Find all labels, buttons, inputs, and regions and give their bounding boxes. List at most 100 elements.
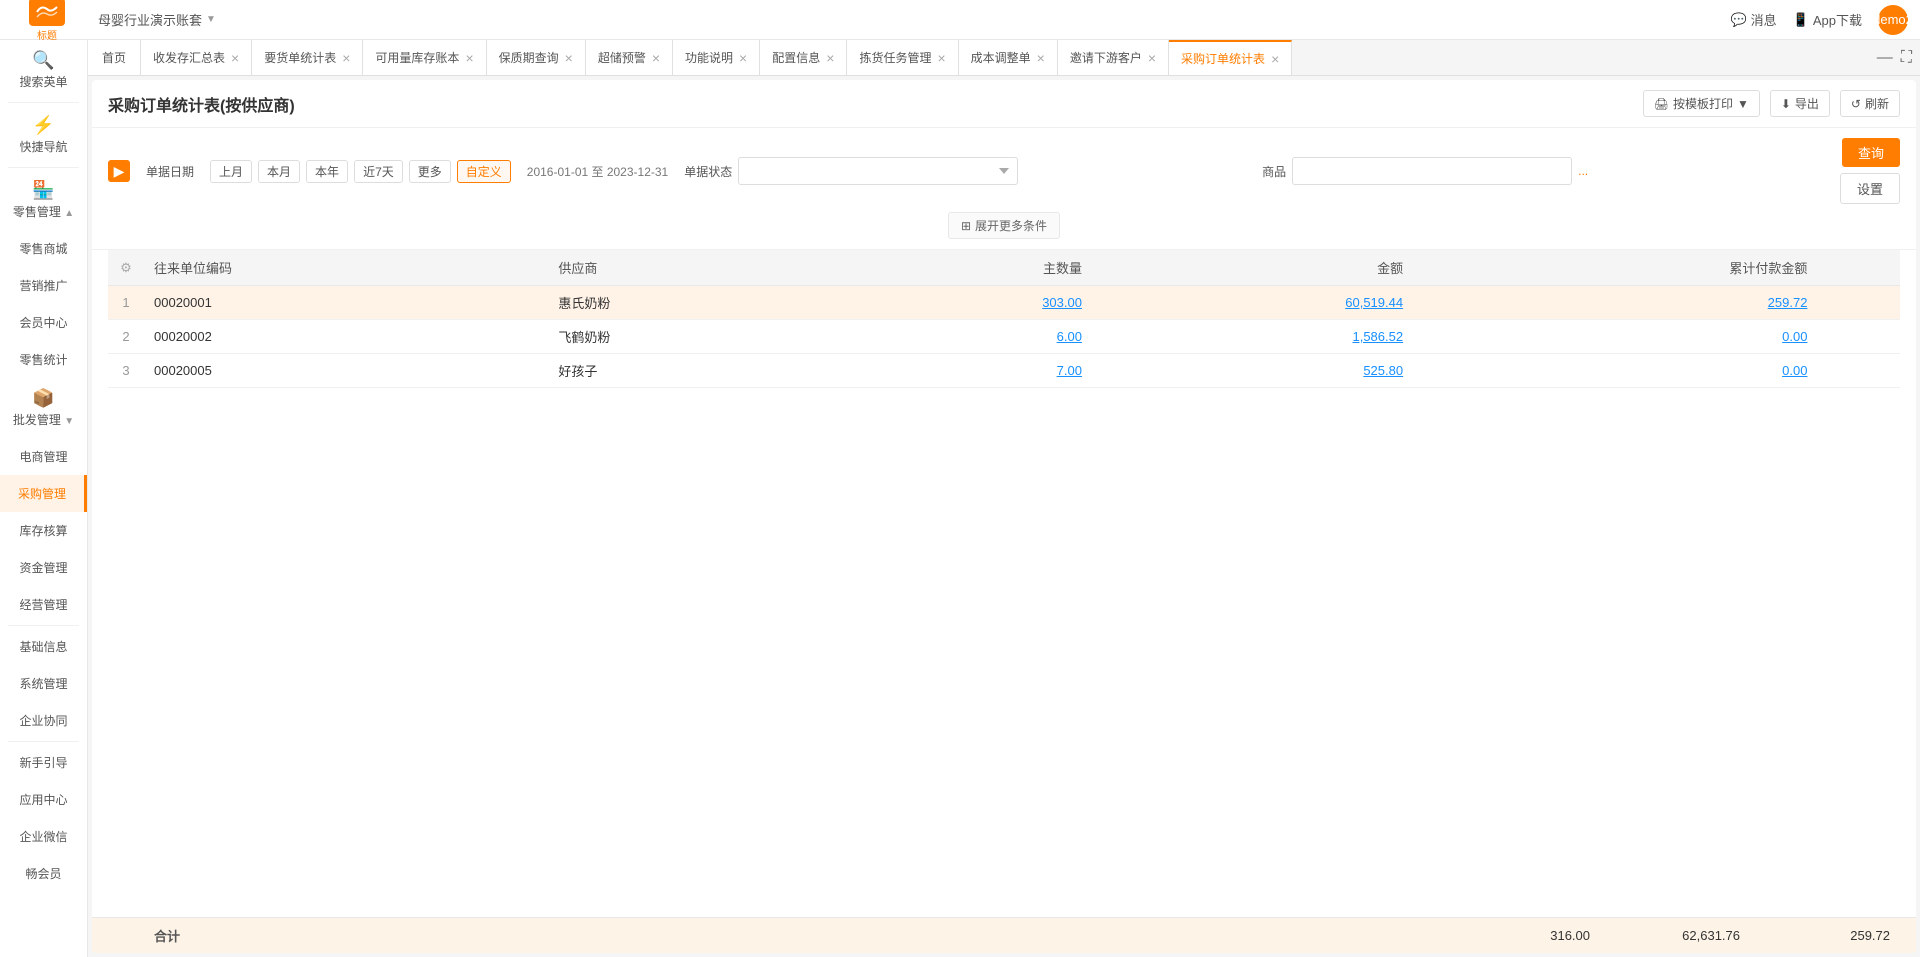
date-more-button[interactable]: 更多	[409, 160, 451, 183]
messages-button[interactable]: 💬 消息	[1730, 10, 1776, 29]
refresh-button[interactable]: ↺ 刷新	[1840, 90, 1900, 117]
tab-purchase-stat-label: 采购订单统计表	[1181, 50, 1265, 67]
sidebar-item-ecommerce[interactable]: 电商管理	[0, 438, 87, 475]
tab-receive-summary-close-icon[interactable]: ×	[231, 51, 239, 65]
gear-icon[interactable]: ⚙	[120, 260, 132, 275]
user-avatar[interactable]: demo2	[1878, 5, 1908, 35]
tab-inventory-ledger-close-icon[interactable]: ×	[465, 51, 473, 65]
sidebar-item-purchase[interactable]: 采购管理	[0, 475, 87, 512]
date-custom-badge[interactable]: 自定义	[457, 160, 511, 183]
tab-config-info-label: 配置信息	[772, 49, 820, 66]
sidebar-item-members-label: 会员中心	[19, 316, 67, 330]
page-actions: 🖨 按模板打印 ▼ ⬇ 导出 ↺ 刷新	[1643, 90, 1900, 117]
sidebar-divider-3	[8, 625, 79, 626]
tab-purchase-stat-close-icon[interactable]: ×	[1271, 52, 1279, 66]
row-amount: 1,586.52	[1092, 320, 1413, 354]
tab-end-buttons: — ⛶	[1869, 49, 1920, 67]
sidebar-item-enterprise-wechat[interactable]: 企业微信	[0, 818, 87, 855]
tab-overstock-warning[interactable]: 超储预警 ×	[586, 40, 673, 76]
settings-button[interactable]: 设置	[1840, 173, 1900, 204]
expand-more-button[interactable]: ⊞ 展开更多条件	[948, 212, 1060, 239]
sidebar-item-newbie[interactable]: 新手引导	[0, 744, 87, 781]
sidebar-item-app-center[interactable]: 应用中心	[0, 781, 87, 818]
sidebar-divider-1	[8, 102, 79, 103]
sidebar-item-retail-stat[interactable]: 零售统计	[0, 341, 87, 378]
date-this-month-button[interactable]: 本月	[258, 160, 300, 183]
tab-home[interactable]: 首页	[88, 40, 141, 76]
sidebar-item-finance[interactable]: 资金管理	[0, 549, 87, 586]
tab-inventory-ledger[interactable]: 可用量库存账本 ×	[363, 40, 486, 76]
app-download-label: App下载	[1813, 10, 1862, 29]
workspace-selector[interactable]: 母婴行业演示账套 ▼	[98, 10, 220, 29]
app-download-button[interactable]: 📱 App下载	[1793, 10, 1862, 29]
row-supplier: 飞鹤奶粉	[548, 320, 845, 354]
status-select[interactable]	[738, 157, 1018, 185]
sidebar-item-marketing[interactable]: 营销推广	[0, 267, 87, 304]
date-last-month-button[interactable]: 上月	[210, 160, 252, 183]
top-right-actions: 💬 消息 📱 App下载 demo2	[1730, 5, 1908, 35]
tab-order-summary-close-icon[interactable]: ×	[342, 51, 350, 65]
template-print-button[interactable]: 🖨 按模板打印 ▼	[1643, 90, 1760, 117]
tab-receive-summary[interactable]: 收发存汇总表 ×	[141, 40, 252, 76]
tab-overstock-warning-close-icon[interactable]: ×	[652, 51, 660, 65]
row-qty: 7.00	[845, 354, 1092, 388]
sidebar-item-sys-mgmt[interactable]: 系统管理	[0, 665, 87, 702]
tab-picking-task-close-icon[interactable]: ×	[937, 51, 945, 65]
tab-config-info-close-icon[interactable]: ×	[826, 51, 834, 65]
tab-warranty-query-close-icon[interactable]: ×	[565, 51, 573, 65]
sidebar-item-operations[interactable]: 经营管理	[0, 586, 87, 623]
filter-date-group: 上月 本月 本年 近7天 更多 自定义	[210, 160, 511, 183]
top-bar: 标题 母婴行业演示账套 ▼ 💬 消息 📱 App下载 demo2	[0, 0, 1920, 40]
tab-invite-downstream[interactable]: 邀请下游客户 ×	[1058, 40, 1169, 76]
tab-purchase-stat[interactable]: 采购订单统计表 ×	[1169, 40, 1292, 76]
sidebar-item-inventory[interactable]: 库存核算	[0, 512, 87, 549]
page-header: 采购订单统计表(按供应商) 🖨 按模板打印 ▼ ⬇ 导出 ↺	[92, 80, 1916, 128]
th-qty: 主数量	[845, 250, 1092, 286]
export-button[interactable]: ⬇ 导出	[1770, 90, 1830, 117]
sidebar-item-wholesale[interactable]: 📦 批发管理 ▼	[0, 378, 87, 438]
row-amount: 60,519.44	[1092, 286, 1413, 320]
logo-icon	[29, 0, 65, 26]
tab-warranty-query[interactable]: 保质期查询 ×	[487, 40, 586, 76]
date-this-year-button[interactable]: 本年	[306, 160, 348, 183]
tab-order-summary[interactable]: 要货单统计表 ×	[252, 40, 363, 76]
goods-input[interactable]	[1292, 157, 1572, 185]
row-supplier: 好孩子	[548, 354, 845, 388]
tab-cost-adjust-close-icon[interactable]: ×	[1037, 51, 1045, 65]
sidebar-item-quicknav[interactable]: ⚡ 快捷导航	[0, 105, 87, 165]
date-last-7days-button[interactable]: 近7天	[354, 160, 403, 183]
tab-picking-task[interactable]: 拣货任务管理 ×	[847, 40, 958, 76]
sidebar-item-retail-shop[interactable]: 零售商城	[0, 230, 87, 267]
sidebar-item-search[interactable]: 🔍 搜索英单	[0, 40, 87, 100]
goods-more-button[interactable]: ...	[1578, 164, 1588, 178]
tab-invite-downstream-close-icon[interactable]: ×	[1148, 51, 1156, 65]
query-button[interactable]: 查询	[1842, 138, 1900, 167]
sidebar-item-marketing-label: 营销推广	[19, 279, 67, 293]
row-code: 00020002	[144, 320, 548, 354]
tab-picking-task-label: 拣货任务管理	[859, 49, 931, 66]
tab-minimize-icon[interactable]: —	[1877, 49, 1893, 67]
workspace-name: 母婴行业演示账套	[98, 10, 202, 29]
th-amount: 金额	[1092, 250, 1413, 286]
tab-config-info[interactable]: 配置信息 ×	[760, 40, 847, 76]
sidebar-item-enterprise-wechat-label: 企业微信	[19, 830, 67, 844]
sidebar-item-members[interactable]: 会员中心	[0, 304, 87, 341]
sidebar-item-retail[interactable]: 🏪 零售管理 ▲	[0, 170, 87, 230]
page-title: 采购订单统计表(按供应商)	[108, 92, 295, 116]
messages-label: 消息	[1751, 10, 1777, 29]
tab-cost-adjust[interactable]: 成本调整单 ×	[959, 40, 1058, 76]
sidebar-item-wholesale-label: 批发管理	[13, 413, 61, 427]
table-area: ⚙ 往来单位编码 供应商 主数量 金额 累计付款金额	[92, 250, 1916, 917]
sidebar-item-vip[interactable]: 畅会员	[0, 855, 87, 892]
refresh-icon: ↺	[1851, 97, 1861, 111]
filter-area: ▶ 单据日期 上月 本月 本年 近7天 更多 自定义 2016-01-01 至 …	[92, 128, 1916, 250]
tab-receive-summary-label: 收发存汇总表	[153, 49, 225, 66]
refresh-label: 刷新	[1865, 95, 1889, 112]
tab-function-desc[interactable]: 功能说明 ×	[673, 40, 760, 76]
sidebar-item-collab[interactable]: 企业协同	[0, 702, 87, 739]
sidebar-item-basic-info[interactable]: 基础信息	[0, 628, 87, 665]
tab-function-desc-close-icon[interactable]: ×	[739, 51, 747, 65]
sidebar-item-basic-info-label: 基础信息	[19, 640, 67, 654]
filter-toggle-button[interactable]: ▶	[108, 160, 130, 182]
tab-expand-icon[interactable]: ⛶	[1901, 49, 1912, 67]
